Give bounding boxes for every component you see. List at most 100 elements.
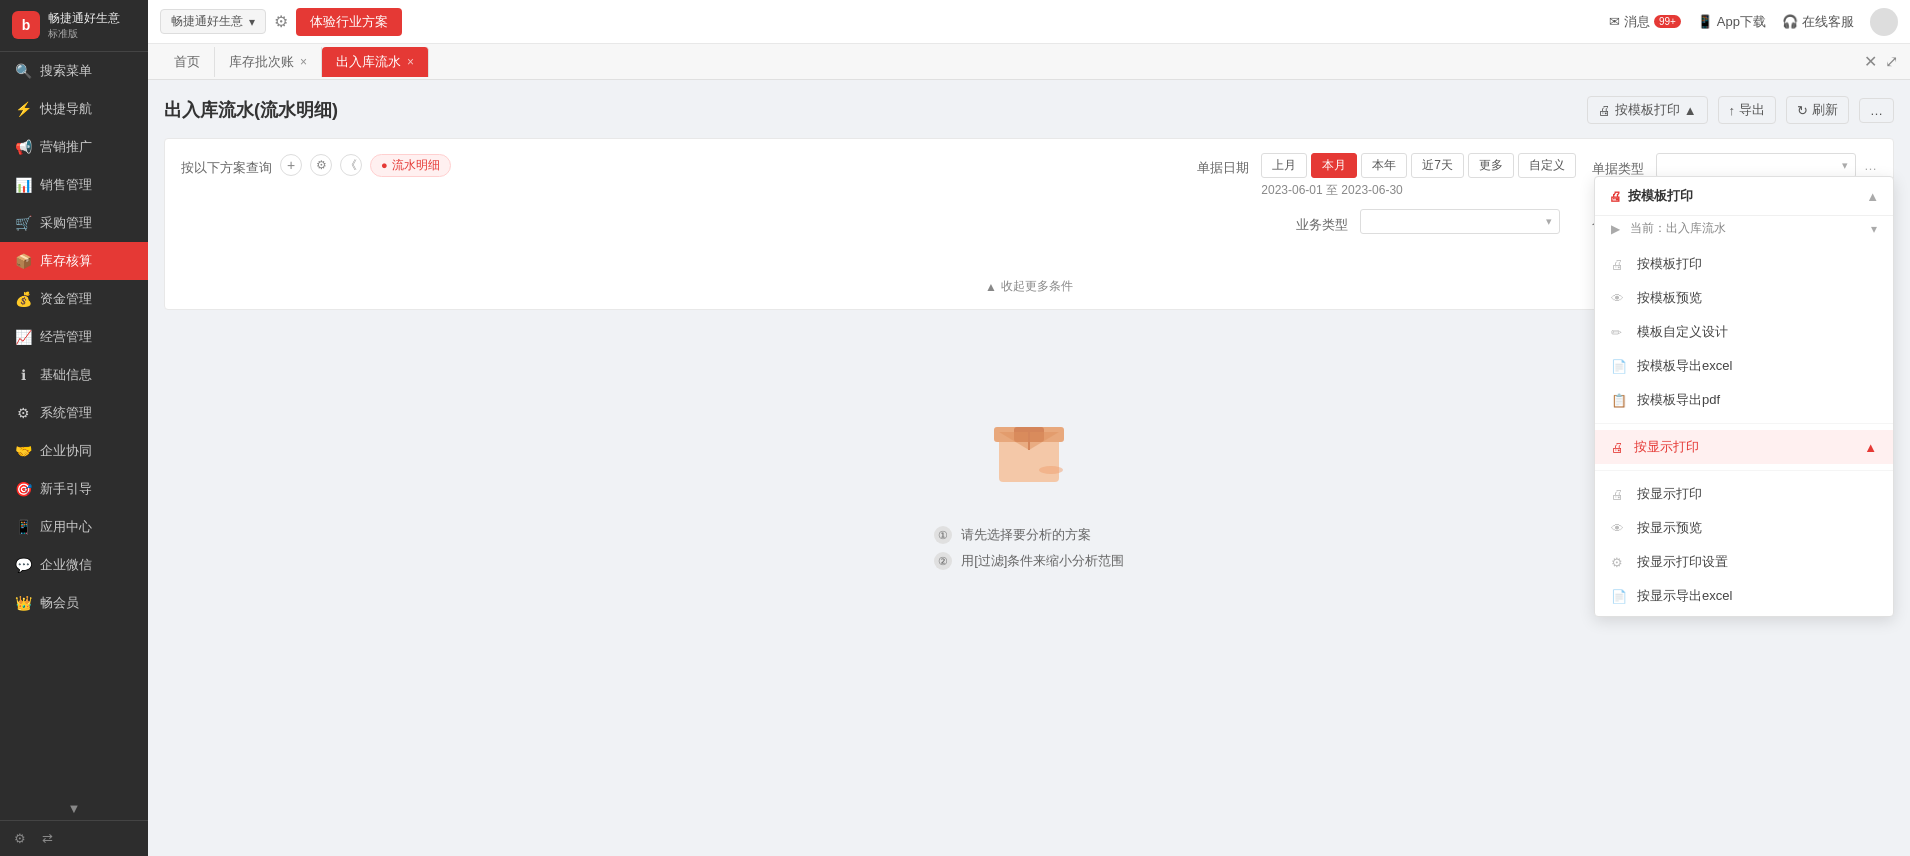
biz-select[interactable]: [1360, 209, 1560, 234]
empty-step-2: ② 用[过滤]条件来缩小分析范围: [934, 548, 1125, 574]
sidebar-item-cooperation[interactable]: 🤝 企业协同: [0, 432, 148, 470]
collapse-label: 收起更多条件: [1001, 278, 1073, 295]
sidebar-item-sales[interactable]: 📊 销售管理: [0, 166, 148, 204]
active-filter-tag[interactable]: ● 流水明细: [370, 154, 451, 177]
dropdown-item-按模板打印[interactable]: 🖨 按模板打印: [1595, 247, 1893, 281]
printer-header-icon: 🖨: [1609, 189, 1622, 204]
dropdown-item-按模板导出excel[interactable]: 📄 按模板导出excel: [1595, 349, 1893, 383]
sidebar-item-member[interactable]: 👑 畅会员: [0, 584, 148, 622]
item-icon: 📄: [1611, 359, 1627, 374]
user-avatar[interactable]: [1870, 8, 1898, 36]
sidebar-settings-icon[interactable]: ⚙: [14, 831, 26, 846]
sidebar-logo[interactable]: b 畅捷通好生意 标准版: [0, 0, 148, 52]
sidebar-item-shortcut[interactable]: ⚡ 快捷导航: [0, 90, 148, 128]
dropdown-item-按显示导出excel[interactable]: 📄 按显示导出excel: [1595, 579, 1893, 613]
main-area: 畅捷通好生意 ▾ ⚙ 体验行业方案 ✉ 消息 99+ 📱 App下载 🎧 在线客…: [148, 0, 1910, 856]
section2-chevron: ▲: [1864, 440, 1877, 455]
item-icon: 🖨: [1611, 487, 1627, 502]
dropdown-item-按显示预览[interactable]: 👁 按显示预览: [1595, 511, 1893, 545]
message-item[interactable]: ✉ 消息 99+: [1609, 13, 1681, 31]
item-label: 按模板导出excel: [1637, 357, 1732, 375]
dropdown-section-1: 🖨 按模板打印 👁 按模板预览 ✏ 模板自定义设计 📄 按模板导出excel 📋…: [1595, 241, 1893, 424]
tab-bar-close-button[interactable]: ✕: [1864, 52, 1877, 71]
tab-bar-maximize-button[interactable]: ⤢: [1885, 52, 1898, 71]
sidebar-item-wechat[interactable]: 💬 企业微信: [0, 546, 148, 584]
company-selector[interactable]: 畅捷通好生意 ▾: [160, 9, 266, 34]
tab-1[interactable]: 库存批次账×: [215, 47, 322, 77]
template-print-button[interactable]: 🖨 按模板打印 ▲: [1587, 96, 1708, 124]
dropdown-title-row: 🖨 按模板打印: [1609, 187, 1693, 205]
sidebar-item-inventory[interactable]: 📦 库存核算: [0, 242, 148, 280]
sidebar-item-search[interactable]: 🔍 搜索菜单: [0, 52, 148, 90]
collapse-scheme-button[interactable]: 《: [340, 154, 362, 176]
sidebar-item-guide[interactable]: 🎯 新手引导: [0, 470, 148, 508]
sidebar-item-marketing[interactable]: 📢 营销推广: [0, 128, 148, 166]
tab-2[interactable]: 出入库流水×: [322, 47, 429, 77]
type-more-icon[interactable]: …: [1864, 158, 1877, 173]
sidebar-item-purchase[interactable]: 🛒 采购管理: [0, 204, 148, 242]
settings-scheme-button[interactable]: ⚙: [310, 154, 332, 176]
sidebar-label-sales: 销售管理: [40, 176, 92, 194]
sidebar-item-basic[interactable]: ℹ 基础信息: [0, 356, 148, 394]
date-btn-近7天[interactable]: 近7天: [1411, 153, 1464, 178]
logo-icon: b: [12, 11, 40, 39]
sidebar-item-operation[interactable]: 📈 经营管理: [0, 318, 148, 356]
sidebar-item-app[interactable]: 📱 应用中心: [0, 508, 148, 546]
dropdown-item-按显示打印设置[interactable]: ⚙ 按显示打印设置: [1595, 545, 1893, 579]
type-select[interactable]: [1656, 153, 1856, 178]
date-filter-group: 单据日期 上月本月本年近7天更多自定义 2023-06-01 至 2023-06…: [1197, 153, 1576, 199]
content-area: 出入库流水(流水明细) 🖨 按模板打印 ▲ ↑ 导出 ↻ 刷新 …: [148, 80, 1910, 856]
sidebar-icon-cooperation: 🤝: [14, 443, 32, 459]
date-btn-自定义[interactable]: 自定义: [1518, 153, 1576, 178]
headset-icon: 🎧: [1782, 14, 1798, 29]
date-btn-本年[interactable]: 本年: [1361, 153, 1407, 178]
sidebar-icon-system: ⚙: [14, 405, 32, 421]
logo-app-name: 畅捷通好生意: [48, 10, 120, 27]
filter-left: 按以下方案查询 + ⚙ 《 ● 流水明细: [181, 153, 1181, 177]
item-label: 按显示打印: [1637, 485, 1702, 503]
date-btn-上月[interactable]: 上月: [1261, 153, 1307, 178]
dropdown-item-模板自定义设计[interactable]: ✏ 模板自定义设计: [1595, 315, 1893, 349]
printer-icon: 🖨: [1598, 103, 1611, 118]
sidebar-label-search: 搜索菜单: [40, 62, 92, 80]
sidebar-icon-inventory: 📦: [14, 253, 32, 269]
export-icon: ↑: [1729, 103, 1736, 118]
template-print-dropdown: 🖨 按模板打印 ▲ ▶ 当前：出入库流水 ▾ 🖨 按模板打印 👁 按模板预览 ✏…: [1594, 176, 1894, 617]
dropdown-collapse-icon[interactable]: ▲: [1866, 189, 1879, 204]
dropdown-header: 🖨 按模板打印 ▲: [1595, 177, 1893, 216]
app-download-item[interactable]: 📱 App下载: [1697, 13, 1766, 31]
current-route-text: 当前：出入库流水: [1630, 220, 1726, 237]
online-service-item[interactable]: 🎧 在线客服: [1782, 13, 1854, 31]
dropdown-display-print-header[interactable]: 🖨 按显示打印 ▲: [1595, 430, 1893, 464]
date-btn-更多[interactable]: 更多: [1468, 153, 1514, 178]
dropdown-item-按模板预览[interactable]: 👁 按模板预览: [1595, 281, 1893, 315]
sidebar-icon-basic: ℹ: [14, 367, 32, 383]
collapse-button[interactable]: ▲ 收起更多条件: [985, 278, 1073, 295]
sidebar-scroll-down[interactable]: ▼: [0, 797, 148, 820]
sidebar-item-finance[interactable]: 💰 资金管理: [0, 280, 148, 318]
sidebar-label-operation: 经营管理: [40, 328, 92, 346]
sidebar-item-system[interactable]: ⚙ 系统管理: [0, 394, 148, 432]
date-btn-本月[interactable]: 本月: [1311, 153, 1357, 178]
tab-close-2[interactable]: ×: [407, 55, 414, 69]
message-label: 消息: [1624, 13, 1650, 31]
dropdown-item-按模板导出pdf[interactable]: 📋 按模板导出pdf: [1595, 383, 1893, 417]
item-icon: ⚙: [1611, 555, 1627, 570]
refresh-button[interactable]: ↻ 刷新: [1786, 96, 1849, 124]
tab-0[interactable]: 首页: [160, 47, 215, 77]
add-scheme-button[interactable]: +: [280, 154, 302, 176]
topbar-settings-icon[interactable]: ⚙: [274, 12, 288, 31]
dropdown-item-按显示导出pdf[interactable]: 📋 按显示导出pdf: [1595, 613, 1893, 616]
export-button[interactable]: ↑ 导出: [1718, 96, 1777, 124]
industry-solution-button[interactable]: 体验行业方案: [296, 8, 402, 36]
company-dropdown-icon: ▾: [249, 15, 255, 29]
item-label: 按显示预览: [1637, 519, 1702, 537]
dropdown-item-按显示打印[interactable]: 🖨 按显示打印: [1595, 477, 1893, 511]
sidebar-collapse-icon[interactable]: ⇄: [42, 831, 53, 846]
more-actions-button[interactable]: …: [1859, 98, 1894, 123]
tab-close-1[interactable]: ×: [300, 55, 307, 69]
dropdown-section-3: 🖨 按显示打印 👁 按显示预览 ⚙ 按显示打印设置 📄 按显示导出excel 📋…: [1595, 471, 1893, 616]
dropdown-current-label: ▶ 当前：出入库流水 ▾: [1595, 216, 1893, 241]
refresh-icon: ↻: [1797, 103, 1808, 118]
empty-illustration: [979, 402, 1079, 502]
